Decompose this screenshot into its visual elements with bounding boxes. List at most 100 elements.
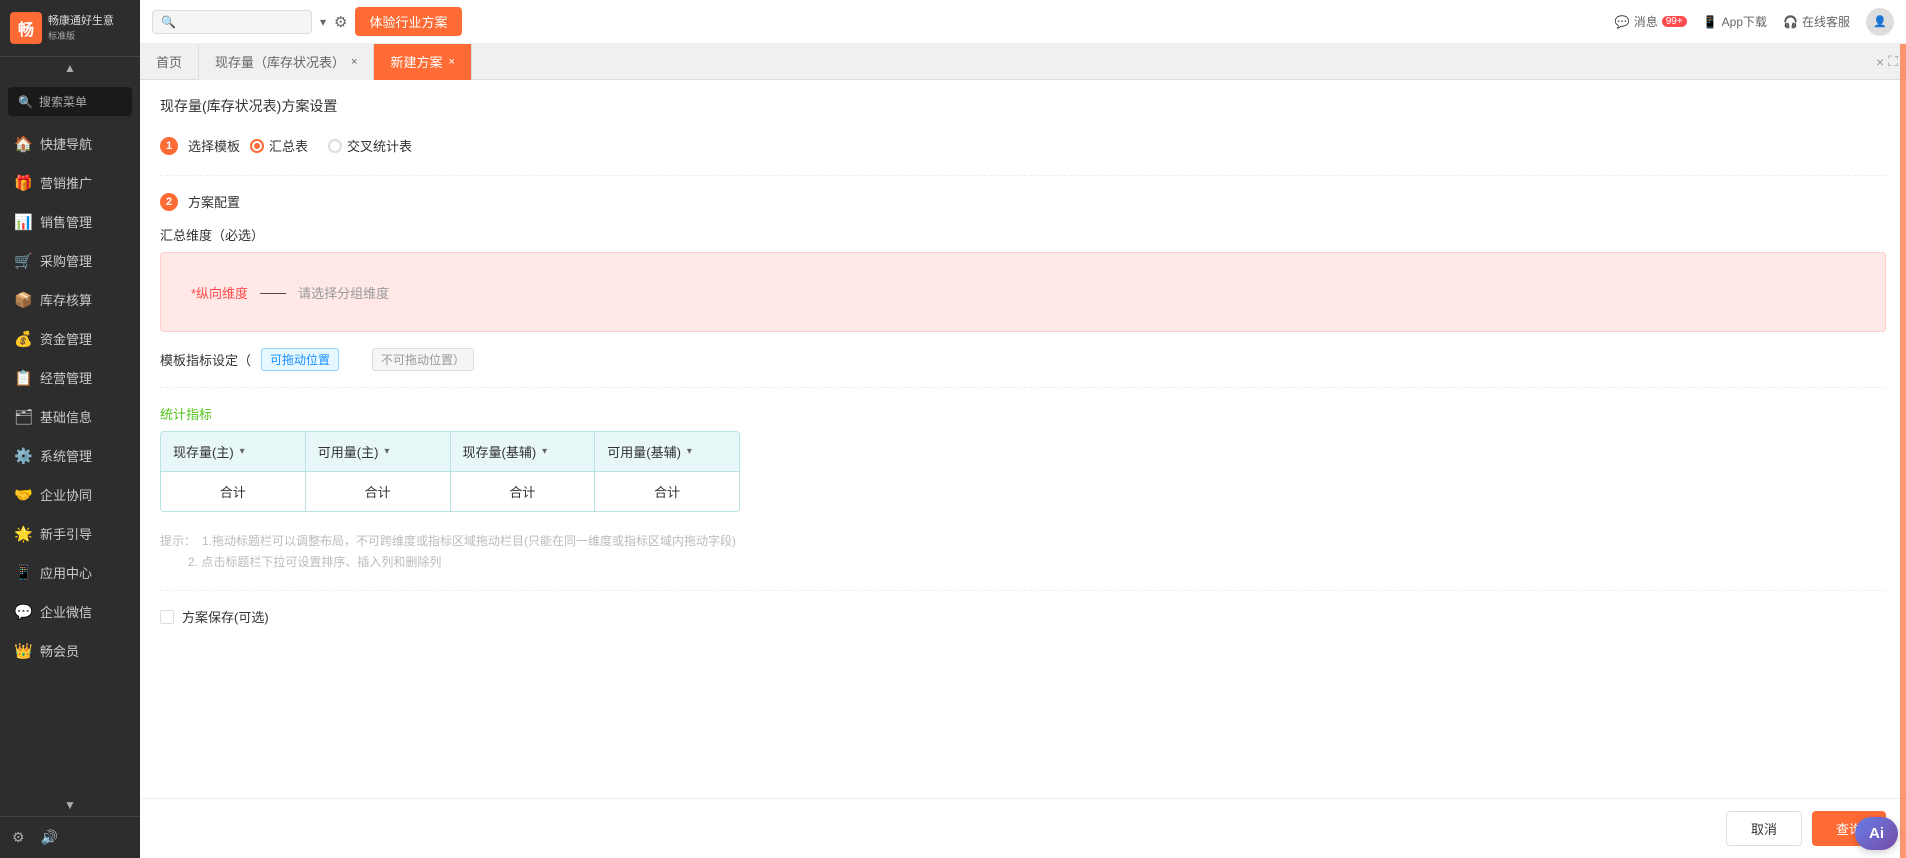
sidebar-search-label: 搜索菜单 bbox=[39, 93, 87, 110]
sidebar-item-quick-nav[interactable]: 🏠 快捷导航 bbox=[0, 124, 140, 163]
tab-expand-icon[interactable]: ⛶ bbox=[1888, 53, 1898, 70]
tips-section: 提示： 1.拖动标题栏可以调整布局，不可跨维度或指标区域拖动栏目(只能在同一维度… bbox=[160, 532, 1886, 570]
section2-num: 2 bbox=[160, 193, 178, 211]
wechat-icon: 💬 bbox=[14, 603, 32, 621]
dimension-box[interactable]: *纵向维度 —— 请选择分组维度 bbox=[160, 252, 1886, 332]
sidebar-item-guide[interactable]: 🌟 新手引导 bbox=[0, 514, 140, 553]
radio-crosstab[interactable]: 交叉统计表 bbox=[328, 136, 412, 155]
sidebar-item-operation[interactable]: 📋 经营管理 bbox=[0, 358, 140, 397]
sidebar-item-label: 企业协同 bbox=[40, 485, 92, 504]
search-icon: 🔍 bbox=[18, 95, 33, 109]
sidebar-item-label: 应用中心 bbox=[40, 563, 92, 582]
sidebar-scroll-up[interactable]: ▲ bbox=[0, 57, 140, 79]
sidebar-item-wechat[interactable]: 💬 企业微信 bbox=[0, 592, 140, 631]
stats-cell-3: 合计 bbox=[595, 472, 739, 511]
sidebar-item-app-center[interactable]: 📱 应用中心 bbox=[0, 553, 140, 592]
topbar-search-box[interactable]: 🔍 bbox=[152, 10, 312, 34]
section1-label: 选择模板 bbox=[188, 136, 240, 155]
phone-icon: 📱 bbox=[1703, 15, 1718, 29]
section2-header: 2 方案配置 bbox=[160, 192, 1886, 211]
sidebar-item-finance[interactable]: 💰 资金管理 bbox=[0, 319, 140, 358]
sidebar-search[interactable]: 🔍 搜索菜单 bbox=[8, 87, 132, 116]
col3-chevron-icon[interactable]: ▾ bbox=[687, 446, 692, 457]
volume-icon[interactable]: 🔊 bbox=[37, 825, 62, 850]
dimension-required-label: 汇总维度（必选） bbox=[160, 225, 1886, 244]
topbar-online-service[interactable]: 🎧 在线客服 bbox=[1783, 13, 1850, 30]
sidebar-item-label: 库存核算 bbox=[40, 290, 92, 309]
tip-item-1: 2. 点击标题栏下拉可设置排序、插入列和删除列 bbox=[160, 553, 1886, 570]
inventory-icon: 📦 bbox=[14, 291, 32, 309]
content-area: 现存量(库存状况表)方案设置 1 选择模板 汇总表 交叉统计表 bbox=[140, 80, 1906, 798]
message-icon: 💬 bbox=[1615, 15, 1630, 29]
sidebar-item-label: 营销推广 bbox=[40, 173, 92, 192]
sidebar-item-label: 快捷导航 bbox=[40, 134, 92, 153]
topbar-right: 💬 消息 99+ 📱 App下载 🎧 在线客服 👤 bbox=[1615, 8, 1894, 36]
topbar-gear-icon[interactable]: ⚙ bbox=[334, 13, 347, 31]
topbar: 🔍 ▾ ⚙ 体验行业方案 💬 消息 99+ 📱 App下载 🎧 在线客服 👤 bbox=[140, 0, 1906, 44]
save-option[interactable]: 方案保存(可选) bbox=[160, 607, 1886, 626]
dimension-placeholder: 请选择分组维度 bbox=[298, 283, 389, 302]
quick-nav-icon: 🏠 bbox=[14, 135, 32, 153]
stats-cell-0: 合计 bbox=[161, 472, 306, 511]
sidebar-item-label: 新手引导 bbox=[40, 524, 92, 543]
app-badge: 标准版 bbox=[48, 29, 114, 42]
basic-icon: 🗂 bbox=[14, 408, 32, 426]
divider1 bbox=[160, 175, 1886, 176]
tab-home[interactable]: 首页 bbox=[140, 44, 199, 80]
user-avatar[interactable]: 👤 bbox=[1866, 8, 1894, 36]
sidebar-item-inventory[interactable]: 📦 库存核算 bbox=[0, 280, 140, 319]
right-scroll-indicator bbox=[1900, 44, 1906, 858]
stats-col-2[interactable]: 现存量(基辅) ▾ bbox=[451, 432, 596, 471]
sales-icon: 📊 bbox=[14, 213, 32, 231]
save-checkbox[interactable] bbox=[160, 610, 174, 624]
sidebar-item-label: 销售管理 bbox=[40, 212, 92, 231]
sidebar-item-purchase[interactable]: 🛒 采购管理 bbox=[0, 241, 140, 280]
section1-header: 1 选择模板 汇总表 交叉统计表 bbox=[160, 136, 1886, 155]
tip-item-0: 提示： 1.拖动标题栏可以调整布局，不可跨维度或指标区域拖动栏目(只能在同一维度… bbox=[160, 532, 1886, 549]
tab-inventory-close[interactable]: × bbox=[351, 56, 357, 68]
sidebar-item-label: 经营管理 bbox=[40, 368, 92, 387]
sidebar-item-contract[interactable]: 🤝 企业协同 bbox=[0, 475, 140, 514]
section-config: 2 方案配置 汇总维度（必选） *纵向维度 —— 请选择分组维度 模板指标设定（ bbox=[160, 192, 1886, 626]
topbar-search-input[interactable] bbox=[180, 15, 303, 29]
tab-inventory[interactable]: 现存量（库存状况表） × bbox=[199, 44, 374, 80]
col1-chevron-icon[interactable]: ▾ bbox=[384, 446, 389, 457]
settings-icon[interactable]: ⚙ bbox=[8, 825, 29, 850]
dimension-row: *纵向维度 —— 请选择分组维度 bbox=[191, 283, 389, 302]
sidebar-item-sales[interactable]: 📊 销售管理 bbox=[0, 202, 140, 241]
stats-col-1[interactable]: 可用量(主) ▾ bbox=[306, 432, 451, 471]
app-center-icon: 📱 bbox=[14, 564, 32, 582]
sidebar-item-basic[interactable]: 🗂 基础信息 bbox=[0, 397, 140, 436]
stats-col-0[interactable]: 现存量(主) ▾ bbox=[161, 432, 306, 471]
tab-close-all-icon[interactable]: × bbox=[1876, 54, 1884, 70]
sidebar-item-system[interactable]: ⚙️ 系统管理 bbox=[0, 436, 140, 475]
topbar-message[interactable]: 💬 消息 99+ bbox=[1615, 13, 1687, 30]
dimension-dash: —— bbox=[260, 285, 286, 300]
cancel-button[interactable]: 取消 bbox=[1726, 811, 1802, 846]
col2-chevron-icon[interactable]: ▾ bbox=[542, 446, 547, 457]
radio-summary[interactable]: 汇总表 bbox=[250, 136, 308, 155]
stats-section-label: 统计指标 bbox=[160, 404, 1886, 423]
sidebar: 畅 畅康通好生意 标准版 ▲ 🔍 搜索菜单 🏠 快捷导航 🎁 营销推广 📊 销售… bbox=[0, 0, 140, 858]
col0-chevron-icon[interactable]: ▾ bbox=[240, 446, 245, 457]
ai-badge[interactable]: Ai bbox=[1855, 817, 1898, 850]
trial-button[interactable]: 体验行业方案 bbox=[355, 7, 461, 36]
sidebar-item-marketing[interactable]: 🎁 营销推广 bbox=[0, 163, 140, 202]
draggable-tag: 可拖动位置 bbox=[261, 348, 339, 371]
tab-new-scheme[interactable]: 新建方案 × bbox=[374, 44, 471, 80]
section1-num: 1 bbox=[160, 137, 178, 155]
stats-col-3[interactable]: 可用量(基辅) ▾ bbox=[595, 432, 739, 471]
app-logo-icon: 畅 bbox=[10, 12, 42, 44]
sidebar-item-label: 企业微信 bbox=[40, 602, 92, 621]
main-panel: 🔍 ▾ ⚙ 体验行业方案 💬 消息 99+ 📱 App下载 🎧 在线客服 👤 bbox=[140, 0, 1906, 858]
divider2 bbox=[160, 387, 1886, 388]
sidebar-item-member[interactable]: 👑 畅会员 bbox=[0, 631, 140, 670]
app-name: 畅康通好生意 bbox=[48, 14, 114, 28]
sidebar-item-label: 系统管理 bbox=[40, 446, 92, 465]
page-title: 现存量(库存状况表)方案设置 bbox=[160, 96, 1886, 116]
sidebar-scroll-down[interactable]: ▼ bbox=[0, 794, 140, 816]
topbar-app-download[interactable]: 📱 App下载 bbox=[1703, 13, 1767, 30]
tab-new-scheme-close[interactable]: × bbox=[448, 56, 454, 68]
indicator-setting-row: 模板指标设定（ 可拖动位置 不可拖动位置） bbox=[160, 348, 1886, 371]
topbar-dropdown-icon[interactable]: ▾ bbox=[320, 15, 326, 29]
